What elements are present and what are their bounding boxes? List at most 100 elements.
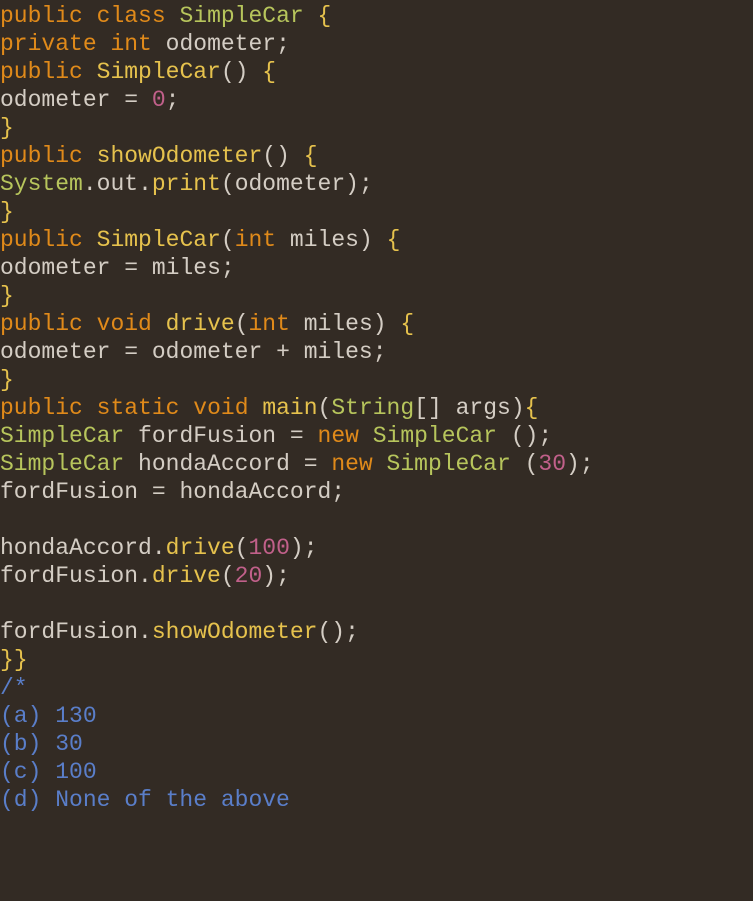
identifier: miles [290,227,359,253]
brace: } [0,367,14,393]
identifier: miles [304,339,373,365]
paren: ) [262,563,276,589]
punct: . [138,171,152,197]
keyword: int [249,311,290,337]
number: 20 [235,563,263,589]
method-name: SimpleCar [97,59,221,85]
punct: ; [331,479,345,505]
identifier: fordFusion [0,563,138,589]
operator: = [124,255,138,281]
method-name: showOdometer [97,143,263,169]
paren: ( [221,563,235,589]
identifier: odometer [0,87,110,113]
type-name: SimpleCar [0,423,124,449]
punct: ; [276,31,290,57]
paren: ) [373,311,387,337]
keyword: public [0,227,83,253]
brace: } [0,199,14,225]
identifier: out [97,171,138,197]
operator: = [152,479,166,505]
method-name: drive [152,563,221,589]
brace: } [14,647,28,673]
identifier: miles [304,311,373,337]
punct: ; [166,87,180,113]
paren: ( [318,395,332,421]
answer-option-a: (a) 130 [0,703,97,729]
comment-start: /* [0,675,28,701]
punct: ; [373,339,387,365]
identifier: fordFusion [0,619,138,645]
identifier: args [456,395,511,421]
identifier: miles [152,255,221,281]
keyword: void [193,395,248,421]
keyword: static [97,395,180,421]
punct: . [138,619,152,645]
identifier: odometer [0,339,110,365]
identifier: odometer [0,255,110,281]
paren: ) [511,395,525,421]
code-block: public class SimpleCar { private int odo… [0,0,753,814]
method-name: SimpleCar [97,227,221,253]
brace: } [0,283,14,309]
answer-option-d: (d) None of the above [0,787,290,813]
identifier: fordFusion [0,479,138,505]
operator: = [124,339,138,365]
type-name: SimpleCar [373,423,497,449]
punct: . [138,563,152,589]
keyword: new [318,423,359,449]
number: 30 [538,451,566,477]
punct: ; [276,563,290,589]
brace: } [0,115,14,141]
keyword: public [0,311,83,337]
punct: ; [538,423,552,449]
keyword: private [0,31,97,57]
punct: ; [345,619,359,645]
answer-option-c: (c) 100 [0,759,97,785]
type-name: SimpleCar [179,3,303,29]
punct: . [83,171,97,197]
punct: ; [359,171,373,197]
keyword: new [331,451,372,477]
paren: ( [235,311,249,337]
brace: { [400,311,414,337]
parens: () [511,423,539,449]
paren: ( [235,535,249,561]
paren: ( [221,227,235,253]
operator: = [290,423,304,449]
keyword: int [110,31,151,57]
identifier: fordFusion [138,423,276,449]
identifier: odometer [152,339,262,365]
paren: ) [566,451,580,477]
keyword: public [0,395,83,421]
identifier: hondaAccord [138,451,290,477]
paren: ) [290,535,304,561]
identifier: odometer [166,31,276,57]
number: 100 [248,535,289,561]
number: 0 [152,87,166,113]
paren: ) [359,227,373,253]
punct: . [152,535,166,561]
brace: } [0,647,14,673]
brace: { [304,143,318,169]
keyword: void [97,311,152,337]
keyword: class [97,3,166,29]
paren: ( [221,171,235,197]
operator: + [276,339,290,365]
type-name: SimpleCar [0,451,124,477]
identifier: hondaAccord [179,479,331,505]
brace: { [318,3,332,29]
method-name: drive [166,311,235,337]
method-name: main [262,395,317,421]
method-name: drive [166,535,235,561]
parens: () [262,143,290,169]
paren: ) [345,171,359,197]
keyword: public [0,143,83,169]
punct: ; [304,535,318,561]
answer-option-b: (b) 30 [0,731,83,757]
identifier: System [0,171,83,197]
operator: = [304,451,318,477]
brace: { [525,395,539,421]
parens: () [221,59,249,85]
method-name: print [152,171,221,197]
punct: ; [580,451,594,477]
